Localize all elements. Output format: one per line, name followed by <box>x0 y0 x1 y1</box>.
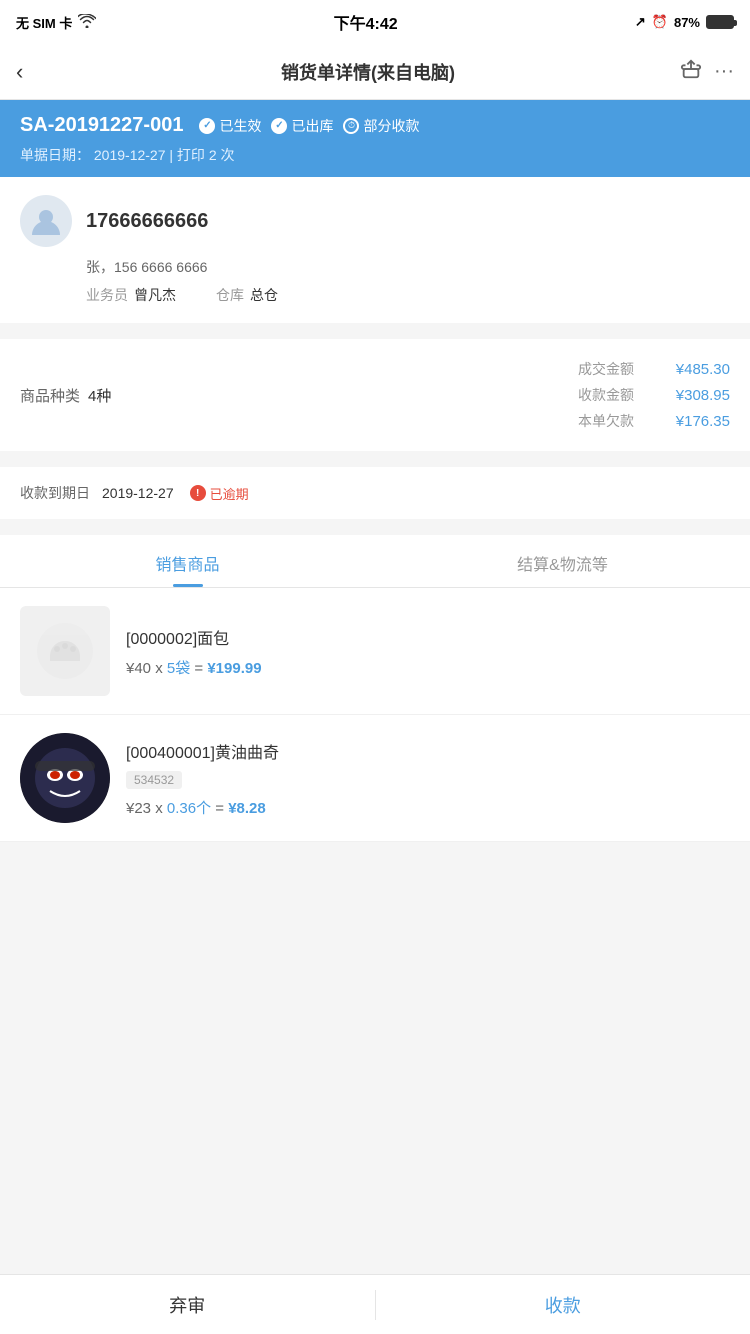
product-price-2: ¥23 x 0.36个 = ¥8.28 <box>126 797 730 818</box>
product-thumbnail-2 <box>20 733 110 823</box>
divider-2 <box>0 459 750 467</box>
status-left: 无 SIM 卡 <box>16 13 96 32</box>
received-value: ¥308.95 <box>650 387 730 404</box>
status-time: 下午4:42 <box>334 10 398 34</box>
product-name-1: [0000002]面包 <box>126 625 730 649</box>
banner-date-row: 单据日期： 2019-12-27 | 打印 2 次 <box>20 145 730 165</box>
order-banner: SA-20191227-001 ✓ 已生效 ✓ 已出库 ⏱ 部分收款 单据日期：… <box>0 100 750 177</box>
badge-shipped: ✓ 已出库 <box>271 116 333 136</box>
product-name-2: [000400001]黄油曲奇 <box>126 739 730 763</box>
battery-icon <box>706 15 734 29</box>
overdue-badge: ! 已逾期 <box>190 484 249 503</box>
product-total-1: ¥199.99 <box>207 660 261 677</box>
clock-icon: ⏱ <box>343 118 359 134</box>
overdue-text: 已逾期 <box>210 484 249 503</box>
wifi-icon <box>78 14 96 31</box>
product-sku-2: 534532 <box>126 771 182 789</box>
received-label: 收款金额 <box>578 385 634 405</box>
product-total-2: ¥8.28 <box>228 800 266 817</box>
location-icon: ↗ <box>635 14 646 30</box>
due-date-value: 2019-12-27 <box>102 485 174 501</box>
warehouse-value: 总仓 <box>250 285 278 305</box>
customer-contact: 张，156 6666 6666 <box>20 257 730 277</box>
bottom-bar: 弃审 收款 <box>0 1274 750 1334</box>
product-info-1: [0000002]面包 ¥40 x 5袋 = ¥199.99 <box>126 625 730 678</box>
product-info-2: [000400001]黄油曲奇 534532 ¥23 x 0.36个 = ¥8.… <box>126 739 730 818</box>
customer-phone: 17666666666 <box>86 210 208 233</box>
overdue-icon: ! <box>190 485 206 501</box>
nav-actions: ··· <box>680 58 734 86</box>
pay-button[interactable]: 收款 <box>376 1275 750 1334</box>
product-price-1: ¥40 x 5袋 = ¥199.99 <box>126 657 730 678</box>
page-title: 销货单详情(来自电脑) <box>56 59 680 85</box>
customer-meta: 业务员 曾凡杰 仓库 总仓 <box>20 285 730 305</box>
alarm-icon: ⏰ <box>652 14 668 30</box>
amount-label: 成交金额 <box>578 359 634 379</box>
nav-bar: ‹ 销货单详情(来自电脑) ··· <box>0 44 750 100</box>
tab-settlement[interactable]: 结算&物流等 <box>375 535 750 587</box>
product-qty-2: 0.36个 <box>167 800 211 817</box>
battery-text: 87% <box>674 15 700 30</box>
warehouse-info: 仓库 总仓 <box>216 285 278 305</box>
financial-stats: 成交金额 ¥485.30 收款金额 ¥308.95 本单欠款 ¥176.35 <box>375 359 730 431</box>
divider-1 <box>0 331 750 339</box>
product-list: [0000002]面包 ¥40 x 5袋 = ¥199.99 <box>0 588 750 842</box>
amount-value: ¥485.30 <box>650 361 730 378</box>
back-button[interactable]: ‹ <box>16 59 56 85</box>
check-icon-2: ✓ <box>271 118 287 134</box>
share-icon[interactable] <box>680 58 702 86</box>
debt-row: 本单欠款 ¥176.35 <box>578 411 730 431</box>
status-bar: 无 SIM 卡 下午4:42 ↗ ⏰ 87% <box>0 0 750 44</box>
status-right: ↗ ⏰ 87% <box>635 14 734 30</box>
due-label: 收款到期日 <box>20 483 90 503</box>
due-date-card: 收款到期日 2019-12-27 ! 已逾期 <box>0 467 750 519</box>
list-item: [0000002]面包 ¥40 x 5袋 = ¥199.99 <box>0 588 750 715</box>
salesperson-info: 业务员 曾凡杰 <box>86 285 176 305</box>
warehouse-label: 仓库 <box>216 285 244 305</box>
carrier-text: 无 SIM 卡 <box>16 13 72 32</box>
check-icon-1: ✓ <box>199 118 215 134</box>
product-count: 商品种类 4种 <box>20 385 375 406</box>
more-icon[interactable]: ··· <box>714 60 734 83</box>
divider-3 <box>0 527 750 535</box>
stats-card: 商品种类 4种 成交金额 ¥485.30 收款金额 ¥308.95 本单欠款 ¥… <box>0 339 750 451</box>
debt-value: ¥176.35 <box>650 413 730 430</box>
list-item: [000400001]黄油曲奇 534532 ¥23 x 0.36个 = ¥8.… <box>0 715 750 842</box>
customer-card: 17666666666 张，156 6666 6666 业务员 曾凡杰 仓库 总… <box>0 177 750 323</box>
tab-products[interactable]: 销售商品 <box>0 535 375 587</box>
cancel-button[interactable]: 弃审 <box>0 1275 375 1334</box>
order-id: SA-20191227-001 <box>20 114 183 137</box>
product-qty-1: 5袋 <box>167 660 190 677</box>
avatar <box>20 195 72 247</box>
status-badges: ✓ 已生效 ✓ 已出库 ⏱ 部分收款 <box>199 116 419 136</box>
amount-row: 成交金额 ¥485.30 <box>578 359 730 379</box>
salesperson-value: 曾凡杰 <box>134 285 176 305</box>
debt-label: 本单欠款 <box>578 411 634 431</box>
received-row: 收款金额 ¥308.95 <box>578 385 730 405</box>
product-thumbnail-1 <box>20 606 110 696</box>
salesperson-label: 业务员 <box>86 285 128 305</box>
badge-active: ✓ 已生效 <box>199 116 261 136</box>
tabs: 销售商品 结算&物流等 <box>0 535 750 588</box>
badge-partial-payment: ⏱ 部分收款 <box>343 116 419 136</box>
product-count-value: 4种 <box>88 385 111 406</box>
bottom-spacer <box>0 842 750 912</box>
